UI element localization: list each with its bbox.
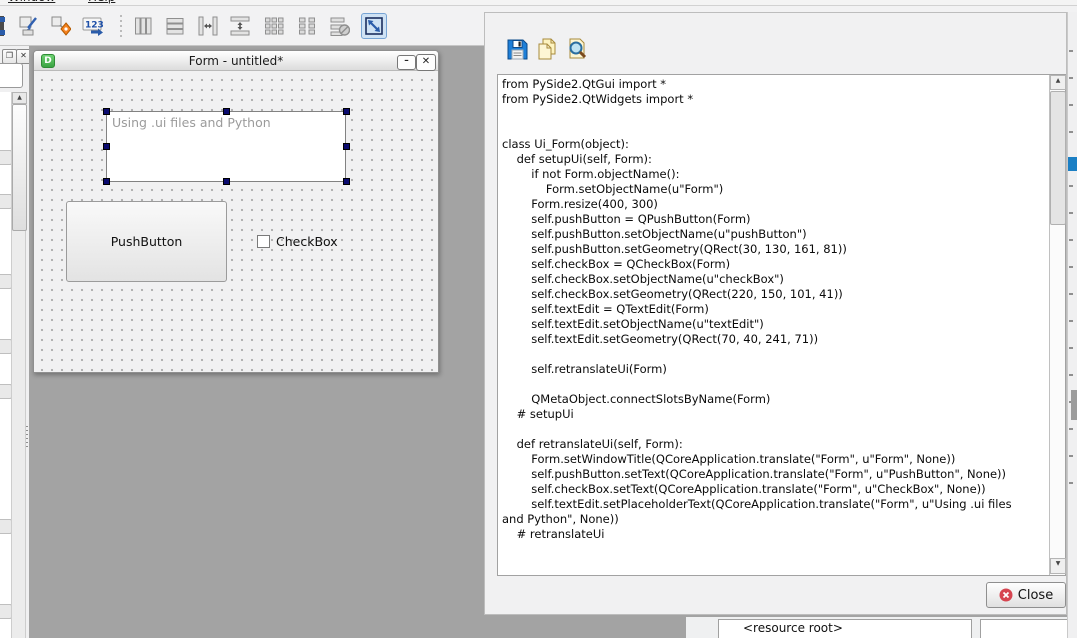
resource-browser-dock: <resource root>	[686, 617, 1077, 638]
resource-root-label[interactable]: <resource root>	[719, 620, 971, 637]
find-icon[interactable]	[565, 37, 589, 61]
dock-resize-grip[interactable]	[26, 426, 28, 450]
edit-widgets-icon[interactable]	[0, 13, 13, 39]
selection-handle[interactable]	[343, 108, 350, 115]
selection-handle[interactable]	[223, 178, 230, 185]
layout-vertical-icon[interactable]	[162, 13, 188, 39]
checkbox-indicator[interactable]	[257, 235, 270, 248]
save-icon[interactable]	[505, 37, 529, 61]
scrollbar-fragment[interactable]	[1071, 390, 1077, 420]
form-editor-window: Form - untitled* D – ✕ Using .ui files a…	[33, 50, 439, 373]
copy-icon[interactable]	[535, 37, 559, 61]
code-scrollbar[interactable]: ▲ ▼	[1049, 75, 1065, 575]
code-view-box: from PySide2.QtGui import * from PySide2…	[497, 74, 1066, 576]
selection-handle[interactable]	[343, 143, 350, 150]
selected-row-sliver[interactable]	[1068, 157, 1077, 171]
minimize-icon[interactable]: –	[397, 55, 416, 70]
selection-handle[interactable]	[223, 108, 230, 115]
widget-list[interactable]	[0, 92, 11, 638]
dock-float-icon[interactable]: ❐	[2, 49, 17, 64]
edit-tab-order-icon[interactable]: 123	[80, 13, 106, 39]
checkbox-widget[interactable]: CheckBox	[257, 234, 338, 249]
layout-horizontal-icon[interactable]	[130, 13, 156, 39]
qt-designer-screen: Window Help	[0, 0, 1077, 638]
scroll-up-icon[interactable]: ▲	[12, 92, 27, 104]
tree-branch-marks	[1069, 50, 1073, 490]
break-layout-icon[interactable]	[327, 13, 353, 39]
toolbar-separator	[120, 15, 122, 37]
layout-form-icon[interactable]	[294, 13, 320, 39]
scrollbar-thumb[interactable]	[12, 104, 27, 231]
textedit-placeholder: Using .ui files and Python	[112, 115, 271, 130]
close-icon[interactable]: ✕	[416, 54, 436, 71]
resource-contents-panel[interactable]	[980, 619, 1077, 638]
designer-app-icon: D	[41, 54, 55, 68]
pushbutton-widget[interactable]: PushButton	[66, 201, 227, 282]
edit-buddies-icon[interactable]	[48, 13, 74, 39]
red-close-circle-icon	[999, 588, 1013, 602]
resource-tree-panel[interactable]: <resource root>	[718, 619, 972, 638]
scroll-down-icon[interactable]: ▼	[1050, 558, 1066, 574]
layout-split-horizontal-icon[interactable]	[195, 13, 221, 39]
svg-text:123: 123	[85, 21, 104, 31]
scrollbar-thumb[interactable]	[1050, 91, 1066, 225]
menu-window[interactable]: Window	[8, 0, 55, 4]
scroll-up-icon[interactable]: ▲	[1050, 75, 1066, 90]
right-dock-strip	[1067, 12, 1077, 638]
widget-list-scrollbar[interactable]: ▲	[11, 92, 26, 638]
adjust-size-icon[interactable]	[361, 13, 387, 39]
selection-handle[interactable]	[343, 178, 350, 185]
form-window-titlebar[interactable]: Form - untitled* D – ✕	[34, 51, 438, 71]
python-code-dialog: from PySide2.QtGui import * from PySide2…	[484, 12, 1067, 615]
selection-handle[interactable]	[103, 143, 110, 150]
textedit-widget[interactable]: Using .ui files and Python	[106, 111, 346, 182]
layout-split-vertical-icon[interactable]	[227, 13, 253, 39]
widget-filter-input[interactable]	[0, 63, 23, 88]
widget-box-dock: ❐ ✕ ▲	[0, 46, 30, 638]
close-button[interactable]: Close	[986, 582, 1066, 608]
code-view[interactable]: from PySide2.QtGui import * from PySide2…	[502, 77, 1045, 573]
form-canvas[interactable]: Using .ui files and Python PushButton Ch…	[34, 71, 438, 373]
checkbox-label: CheckBox	[276, 234, 338, 249]
pushbutton-label: PushButton	[111, 234, 183, 249]
selection-handle[interactable]	[103, 108, 110, 115]
close-button-label: Close	[1018, 588, 1053, 603]
menu-help[interactable]: Help	[88, 0, 115, 4]
edit-signals-slots-icon[interactable]	[16, 13, 42, 39]
selection-handle[interactable]	[103, 178, 110, 185]
layout-grid-icon[interactable]	[261, 13, 287, 39]
form-window-title: Form - untitled*	[34, 51, 438, 71]
